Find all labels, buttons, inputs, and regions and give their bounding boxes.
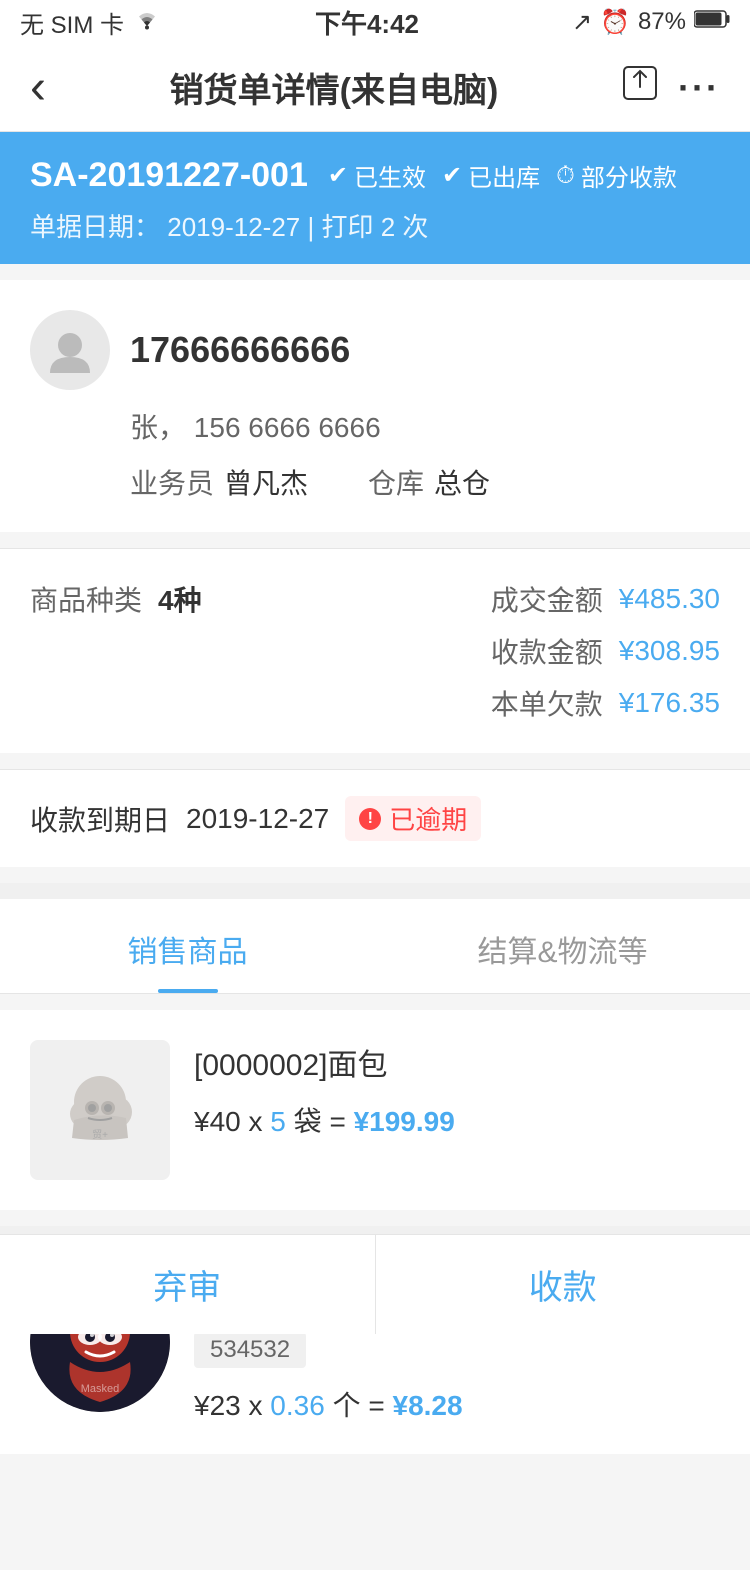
warehouse-item: 仓库 总仓 xyxy=(368,462,490,502)
transaction-stat: 成交金额 ¥485.30 xyxy=(491,579,720,619)
stats-grid: 商品种类 4种 成交金额 ¥485.30 收款金额 ¥308.95 本单欠款 ¥… xyxy=(30,579,720,723)
customer-section: 17666666666 张， 156 6666 6666 业务员 曾凡杰 仓库 … xyxy=(0,280,750,532)
check-icon-active: ✔ xyxy=(328,161,348,190)
customer-avatar xyxy=(30,310,110,390)
location-icon: ↗ xyxy=(572,8,592,37)
order-date-row: 单据日期： 2019-12-27 | 打印 2 次 xyxy=(30,207,720,244)
customer-meta: 业务员 曾凡杰 仓库 总仓 xyxy=(30,462,720,502)
more-icon[interactable]: ··· xyxy=(678,67,720,109)
debt-stat: 本单欠款 ¥176.35 xyxy=(491,683,720,723)
product-item-bread: 贸+ [0000002]面包 ¥40 x 5 袋 = ¥199.99 xyxy=(0,1010,750,1210)
battery-text: 87% xyxy=(638,8,686,36)
due-date-section: 收款到期日 2019-12-27 ! 已逾期 xyxy=(0,770,750,867)
confirm-button[interactable]: 收款 xyxy=(376,1235,750,1334)
no-sim-text: 无 SIM 卡 xyxy=(20,5,124,40)
alarm-icon: ⏰ xyxy=(600,8,630,37)
product-types-stat: 商品种类 4种 xyxy=(30,579,202,619)
overdue-text: 已逾期 xyxy=(389,800,467,837)
wifi-icon xyxy=(132,8,162,37)
product-info-bread: [0000002]面包 ¥40 x 5 袋 = ¥199.99 xyxy=(194,1040,720,1180)
product-price-cookie: ¥23 x 0.36 个 = ¥8.28 xyxy=(194,1384,720,1424)
product-price-bread: ¥40 x 5 袋 = ¥199.99 xyxy=(194,1100,720,1140)
battery-icon xyxy=(694,8,730,36)
bottom-padding xyxy=(0,1470,750,1570)
status-badges: ✔ 已生效 ✔ 已出库 ⏱ 部分收款 xyxy=(328,158,677,193)
cancel-button[interactable]: 弃审 xyxy=(0,1235,376,1334)
due-label: 收款到期日 xyxy=(30,799,170,839)
badge-shipped: ✔ 已出库 xyxy=(442,158,540,193)
tab-settlement[interactable]: 结算&物流等 xyxy=(375,899,750,993)
overdue-badge: ! 已逾期 xyxy=(345,796,481,841)
tabs-section: 销售商品 结算&物流等 xyxy=(0,899,750,994)
status-bar: 无 SIM 卡 下午4:42 ↗ ⏰ 87% xyxy=(0,0,750,44)
status-right: ↗ ⏰ 87% xyxy=(572,8,730,37)
product-thumb-bread: 贸+ xyxy=(30,1040,170,1180)
badge-active: ✔ 已生效 xyxy=(328,158,426,193)
back-button[interactable]: ‹ xyxy=(30,60,46,115)
nav-actions: ··· xyxy=(622,65,720,110)
tabs-row: 销售商品 结算&物流等 xyxy=(0,899,750,994)
customer-contact: 张， 156 6666 6666 xyxy=(30,406,720,446)
clock-icon: ⏱ xyxy=(556,162,575,190)
svg-text:Masked: Masked xyxy=(81,1383,120,1395)
stats-right: 成交金额 ¥485.30 收款金额 ¥308.95 本单欠款 ¥176.35 xyxy=(491,579,720,723)
product-name-bread: [0000002]面包 xyxy=(194,1040,720,1084)
customer-main-row: 17666666666 xyxy=(30,310,720,390)
received-stat: 收款金额 ¥308.95 xyxy=(491,631,720,671)
nav-bar: ‹ 销货单详情(来自电脑) ··· xyxy=(0,44,750,132)
status-time: 下午4:42 xyxy=(315,4,419,41)
separator-2 xyxy=(0,883,750,899)
overdue-exclamation: ! xyxy=(359,808,381,830)
order-id: SA-20191227-001 xyxy=(30,156,308,195)
salesperson-item: 业务员 曾凡杰 xyxy=(130,462,308,502)
tab-sales-products[interactable]: 销售商品 xyxy=(0,899,375,993)
check-icon-shipped: ✔ xyxy=(442,161,462,190)
separator-1 xyxy=(0,264,750,280)
page-title: 销货单详情(来自电脑) xyxy=(170,63,499,112)
product-sku-cookie: 534532 xyxy=(194,1332,306,1368)
customer-phone-display: 17666666666 xyxy=(130,329,350,371)
status-left: 无 SIM 卡 xyxy=(20,5,162,40)
svg-text:贸+: 贸+ xyxy=(92,1129,108,1141)
stats-left: 商品种类 4种 xyxy=(30,579,202,723)
share-icon[interactable] xyxy=(622,65,658,110)
stats-section: 商品种类 4种 成交金额 ¥485.30 收款金额 ¥308.95 本单欠款 ¥… xyxy=(0,549,750,753)
bottom-bar: 弃审 收款 xyxy=(0,1234,750,1334)
order-header: SA-20191227-001 ✔ 已生效 ✔ 已出库 ⏱ 部分收款 单据日期：… xyxy=(0,132,750,264)
badge-partial: ⏱ 部分收款 xyxy=(556,158,677,193)
due-date: 2019-12-27 xyxy=(186,803,329,835)
